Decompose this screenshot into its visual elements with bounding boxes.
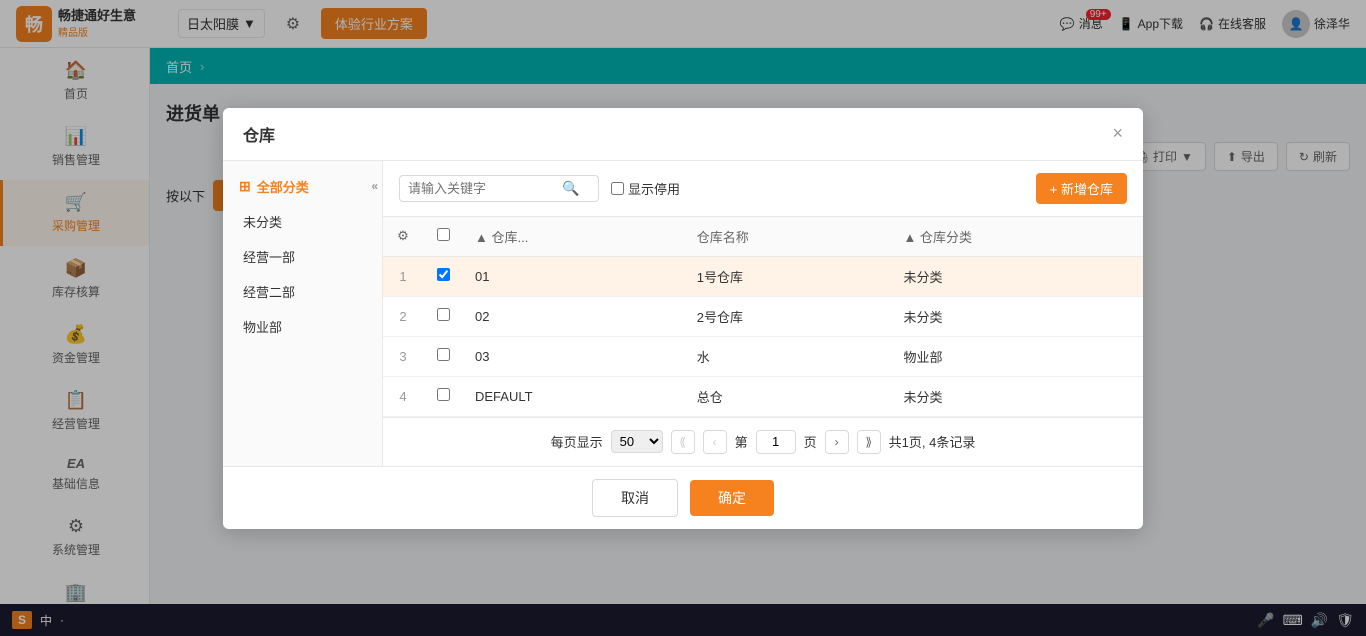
modal-close-button[interactable]: × <box>1112 123 1123 144</box>
category-item-unclassified[interactable]: 未分类 <box>223 204 382 239</box>
row-index: 3 <box>383 336 423 376</box>
collapse-icon[interactable]: « <box>371 179 378 193</box>
table-row[interactable]: 2 02 2号仓库 未分类 <box>383 296 1143 336</box>
th-category[interactable]: ▲ 仓库分类 <box>891 217 1143 257</box>
select-all-check[interactable] <box>437 228 450 241</box>
row-code: 01 <box>463 256 685 296</box>
show-disabled-checkbox[interactable]: 显示停用 <box>611 179 680 198</box>
th-check[interactable] <box>423 217 463 257</box>
category-all[interactable]: ⊞ 全部分类 « <box>223 169 382 204</box>
modal-content-area: 🔍 显示停用 + 新增仓库 ⚙ <box>383 161 1143 466</box>
category-item-ops1[interactable]: 经营一部 <box>223 239 382 274</box>
th-code[interactable]: ▲ 仓库... <box>463 217 685 257</box>
category-item-ops2[interactable]: 经营二部 <box>223 274 382 309</box>
table-row[interactable]: 3 03 水 物业部 <box>383 336 1143 376</box>
prev-page-btn[interactable]: ‹ <box>703 430 727 454</box>
category-item-property[interactable]: 物业部 <box>223 309 382 344</box>
confirm-button[interactable]: 确定 <box>690 480 774 516</box>
modal-table: ⚙ ▲ 仓库... 仓库名称 ▲ <box>383 217 1143 417</box>
row-index: 1 <box>383 256 423 296</box>
row-name: 1号仓库 <box>685 256 892 296</box>
row-category: 未分类 <box>891 376 1143 416</box>
modal-overlay: 仓库 × ⊞ 全部分类 « 未分类 经营一部 经营二部 <box>0 0 1366 636</box>
row-check[interactable] <box>423 376 463 416</box>
row-code: 02 <box>463 296 685 336</box>
row-category: 未分类 <box>891 296 1143 336</box>
th-gear[interactable]: ⚙ <box>383 217 423 257</box>
add-warehouse-button[interactable]: + 新增仓库 <box>1036 173 1127 204</box>
first-page-btn[interactable]: ⟪ <box>671 430 695 454</box>
table-row[interactable]: 4 DEFAULT 总仓 未分类 <box>383 376 1143 416</box>
row-check[interactable] <box>423 256 463 296</box>
modal-toolbar: 🔍 显示停用 + 新增仓库 <box>383 161 1143 217</box>
modal-footer: 取消 确定 <box>223 466 1143 529</box>
row-name: 2号仓库 <box>685 296 892 336</box>
table-row[interactable]: 1 01 1号仓库 未分类 <box>383 256 1143 296</box>
grid-icon: ⊞ <box>239 178 251 195</box>
search-input[interactable] <box>408 181 558 196</box>
row-code: DEFAULT <box>463 376 685 416</box>
search-icon[interactable]: 🔍 <box>562 180 579 197</box>
row-check[interactable] <box>423 296 463 336</box>
row-code: 03 <box>463 336 685 376</box>
cancel-button[interactable]: 取消 <box>592 479 678 517</box>
modal-title: 仓库 <box>243 122 275 146</box>
warehouse-modal: 仓库 × ⊞ 全部分类 « 未分类 经营一部 经营二部 <box>223 108 1143 529</box>
row-name: 总仓 <box>685 376 892 416</box>
modal-category-sidebar: ⊞ 全部分类 « 未分类 经营一部 经营二部 物业部 <box>223 161 383 466</box>
th-name[interactable]: 仓库名称 <box>685 217 892 257</box>
next-page-btn[interactable]: › <box>825 430 849 454</box>
row-check[interactable] <box>423 336 463 376</box>
modal-pagination: 每页显示 50 100 200 ⟪ ‹ 第 页 › ⟫ 共1页, 4条记录 <box>383 417 1143 466</box>
show-disabled-check[interactable] <box>611 182 624 195</box>
page-number-input[interactable] <box>756 430 796 454</box>
per-page-select[interactable]: 50 100 200 <box>611 430 663 453</box>
modal-header: 仓库 × <box>223 108 1143 161</box>
row-category: 物业部 <box>891 336 1143 376</box>
row-index: 4 <box>383 376 423 416</box>
row-name: 水 <box>685 336 892 376</box>
row-category: 未分类 <box>891 256 1143 296</box>
table-header-row: ⚙ ▲ 仓库... 仓库名称 ▲ <box>383 217 1143 257</box>
search-box: 🔍 <box>399 175 599 202</box>
last-page-btn[interactable]: ⟫ <box>857 430 881 454</box>
modal-body: ⊞ 全部分类 « 未分类 经营一部 经营二部 物业部 <box>223 161 1143 466</box>
row-index: 2 <box>383 296 423 336</box>
